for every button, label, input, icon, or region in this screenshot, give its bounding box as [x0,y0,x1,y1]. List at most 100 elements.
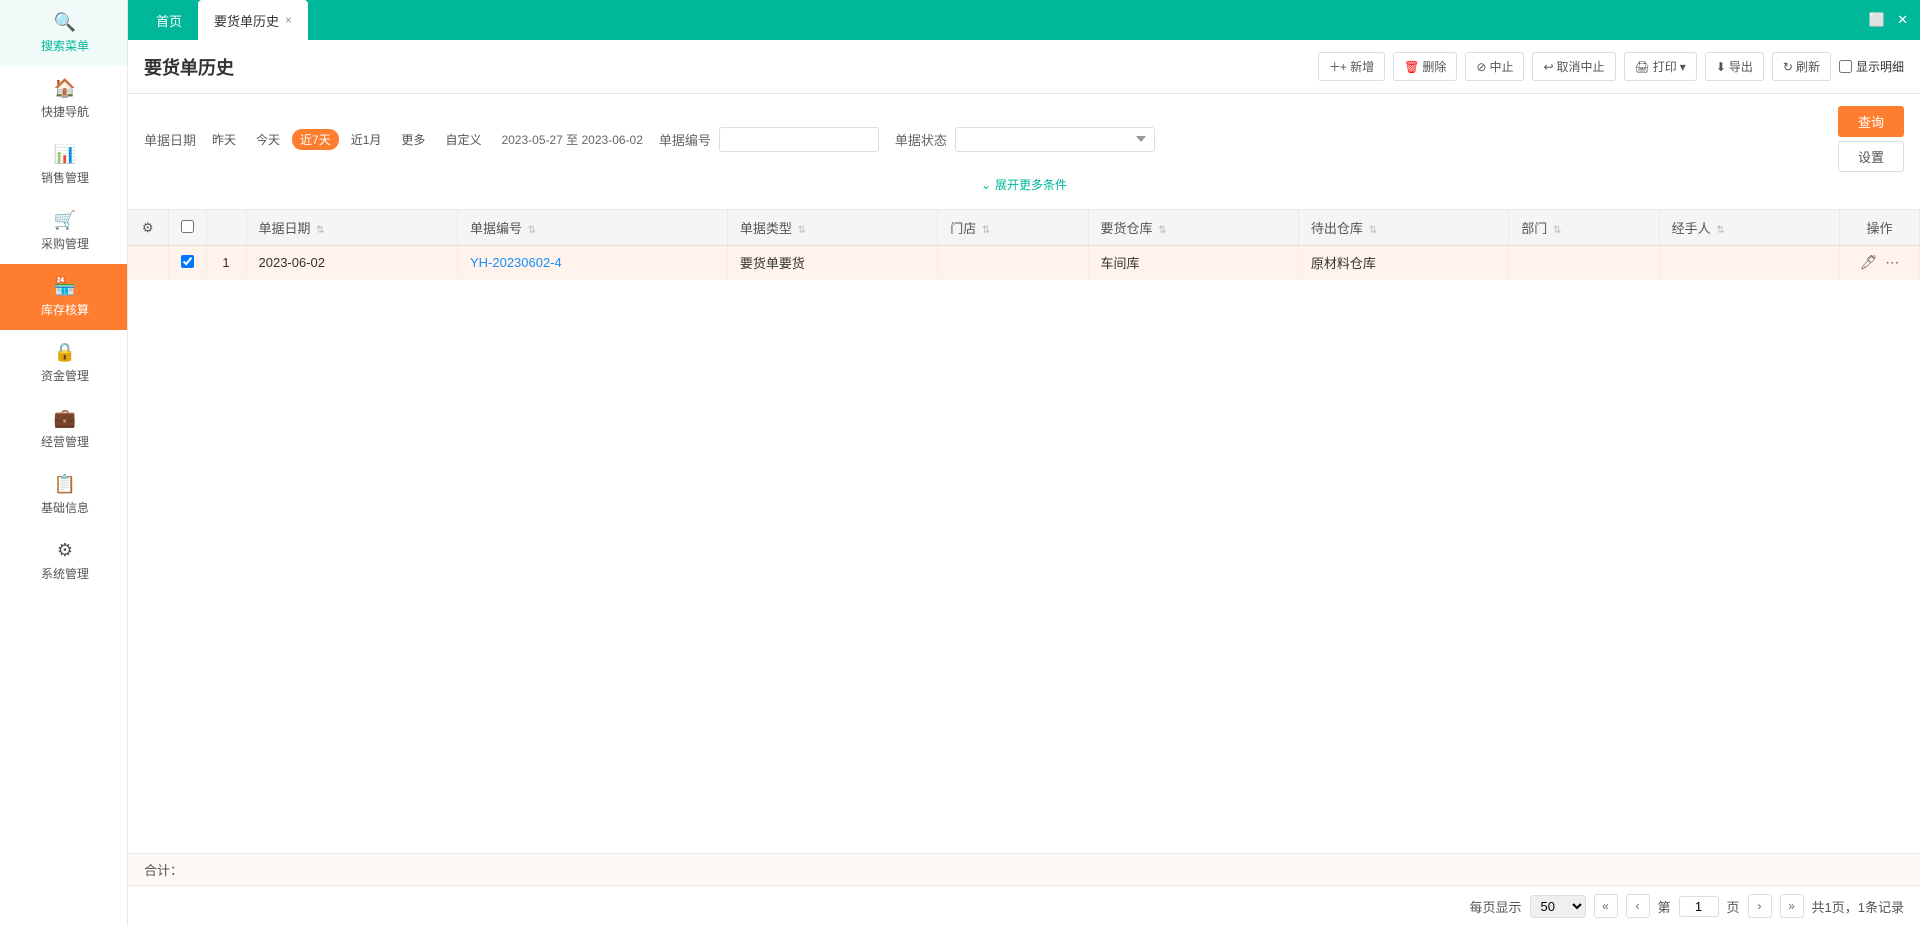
sidebar-item-sys-mgmt[interactable]: ⚙ 系统管理 [0,528,127,594]
date-tag-7days[interactable]: 近7天 [292,129,339,150]
query-button[interactable]: 查询 [1838,106,1904,137]
row-doc-no[interactable]: YH-20230602-4 [457,246,727,280]
expand-more-button[interactable]: ⌄ 展开更多条件 [144,172,1904,197]
date-tag-custom[interactable]: 自定义 [437,129,489,150]
row-num: 1 [206,246,246,280]
first-page-btn[interactable]: « [1594,894,1618,918]
date-tag-more[interactable]: 更多 [393,129,433,150]
export-button[interactable]: ⬇ 导出 [1705,52,1764,81]
sidebar-item-ops-mgmt[interactable]: 💼 经营管理 [0,396,127,462]
col-setting[interactable]: ⚙ [128,210,168,246]
sys-icon: ⚙ [57,540,73,561]
sort-icon-store: ⇅ [982,225,990,236]
sidebar-item-finance-mgmt[interactable]: 🔒 资金管理 [0,330,127,396]
next-page-btn[interactable]: › [1748,894,1772,918]
window-restore-icon[interactable]: ⬜ [1869,12,1885,28]
sort-icon-handler: ⇅ [1716,225,1724,236]
sales-icon: 📊 [54,144,76,165]
table-header-row: ⚙ 单据日期 ⇅ 单据编号 ⇅ [128,210,1920,246]
sidebar-item-label: 采购管理 [41,235,89,252]
export-icon: ⬇ [1716,60,1726,74]
col-checkbox [168,210,206,246]
prev-page-btn[interactable]: ‹ [1626,894,1650,918]
col-doc-date[interactable]: 单据日期 ⇅ [246,210,457,246]
row-checkbox[interactable] [168,246,206,280]
col-num [206,210,246,246]
date-filter-tags: 昨天 今天 近7天 近1月 更多 自定义 [204,129,489,150]
sidebar-item-label: 经营管理 [41,433,89,450]
tab-home-label: 首页 [156,11,182,30]
col-dept[interactable]: 部门 ⇅ [1509,210,1659,246]
refresh-button[interactable]: ↻ 刷新 [1772,52,1831,81]
print-dropdown-icon: ▾ [1680,60,1686,74]
sidebar-item-sales-mgmt[interactable]: 📊 销售管理 [0,132,127,198]
filter-area: 单据日期 昨天 今天 近7天 近1月 更多 自定义 2023-05-27 至 2… [128,94,1920,210]
date-tag-yesterday[interactable]: 昨天 [204,129,244,150]
row-more-icon[interactable]: ⋯ [1885,254,1899,270]
sidebar-item-label: 系统管理 [41,565,89,582]
per-page-label: 每页显示 [1469,897,1521,916]
display-detail-checkbox[interactable] [1839,60,1852,73]
sort-icon-date: ⇅ [316,225,324,236]
sort-icon-pending-wh: ⇅ [1369,225,1377,236]
last-page-btn[interactable]: » [1780,894,1804,918]
sidebar-item-inventory[interactable]: 🏪 库存核算 [0,264,127,330]
topbar: 首页 要货单历史 × ⬜ ✕ [128,0,1920,40]
sidebar-item-label: 搜索菜单 [41,37,89,54]
sort-icon-req-wh: ⇅ [1158,225,1166,236]
col-doc-type[interactable]: 单据类型 ⇅ [727,210,937,246]
row-edit-icon[interactable]: 🖊 [1860,254,1878,270]
sidebar-item-label: 库存核算 [41,301,89,318]
setting-button[interactable]: 设置 [1838,141,1904,172]
sidebar-item-quick-nav[interactable]: 🏠 快捷导航 [0,66,127,132]
ops-icon: 💼 [54,408,76,429]
cancel-suspend-button[interactable]: ↩ 取消中止 [1532,52,1615,81]
row-setting [128,246,168,280]
col-handler[interactable]: 经手人 ⇅ [1659,210,1839,246]
tab-close-icon[interactable]: × [285,13,292,27]
purchase-icon: 🛒 [54,210,76,231]
row-req-wh: 车间库 [1088,246,1298,280]
sidebar-item-search-menu[interactable]: 🔍 搜索菜单 [0,0,127,66]
window-close-icon[interactable]: ✕ [1897,12,1908,28]
filter-actions: 查询 设置 [1838,106,1904,172]
date-tag-1month[interactable]: 近1月 [343,129,390,150]
col-store[interactable]: 门店 ⇅ [938,210,1088,246]
sort-icon-dept: ⇅ [1553,225,1561,236]
expand-icon: ⌄ [981,178,991,192]
select-all-checkbox[interactable] [181,220,194,233]
display-detail-toggle[interactable]: 显示明细 [1839,58,1904,75]
col-ops: 操作 [1840,210,1920,246]
tab-requisition-label: 要货单历史 [214,11,279,30]
sidebar-item-label: 快捷导航 [41,103,89,120]
date-tag-today[interactable]: 今天 [248,129,288,150]
page-input[interactable] [1679,896,1719,917]
topbar-right: ⬜ ✕ [1869,12,1908,28]
header-actions: ＋ + 新增 🗑 删除 ⊘ 中止 ↩ 取消中止 🖨 打印 [1318,52,1904,81]
col-doc-no[interactable]: 单据编号 ⇅ [457,210,727,246]
status-select[interactable] [955,127,1155,152]
data-table: ⚙ 单据日期 ⇅ 单据编号 ⇅ [128,210,1920,280]
print-button[interactable]: 🖨 打印 ▾ [1624,52,1697,81]
delete-button[interactable]: 🗑 删除 [1393,52,1457,81]
new-button[interactable]: ＋ + 新增 [1318,52,1385,81]
col-pending-wh[interactable]: 待出仓库 ⇅ [1298,210,1508,246]
main-area: 首页 要货单历史 × ⬜ ✕ 要货单历史 ＋ + 新增 🗑 删除 [128,0,1920,926]
sidebar-item-base-info[interactable]: 📋 基础信息 [0,462,127,528]
row-handler [1659,246,1839,280]
doc-no-input[interactable] [719,127,879,152]
total-label: 合计： [144,863,183,878]
doc-no-label: 单据编号 [659,130,711,149]
col-req-wh[interactable]: 要货仓库 ⇅ [1088,210,1298,246]
suspend-icon: ⊘ [1476,60,1486,74]
suspend-button[interactable]: ⊘ 中止 [1465,52,1524,81]
tab-requisition-history[interactable]: 要货单历史 × [198,0,308,40]
page-title: 要货单历史 [144,54,234,80]
per-page-select[interactable]: 50 20 100 200 [1530,895,1586,918]
date-label: 单据日期 [144,130,196,149]
sidebar-item-purchase-mgmt[interactable]: 🛒 采购管理 [0,198,127,264]
delete-icon: 🗑 [1404,60,1419,74]
search-icon: 🔍 [54,12,76,33]
tab-home[interactable]: 首页 [140,0,198,40]
sort-icon-no: ⇅ [528,225,536,236]
